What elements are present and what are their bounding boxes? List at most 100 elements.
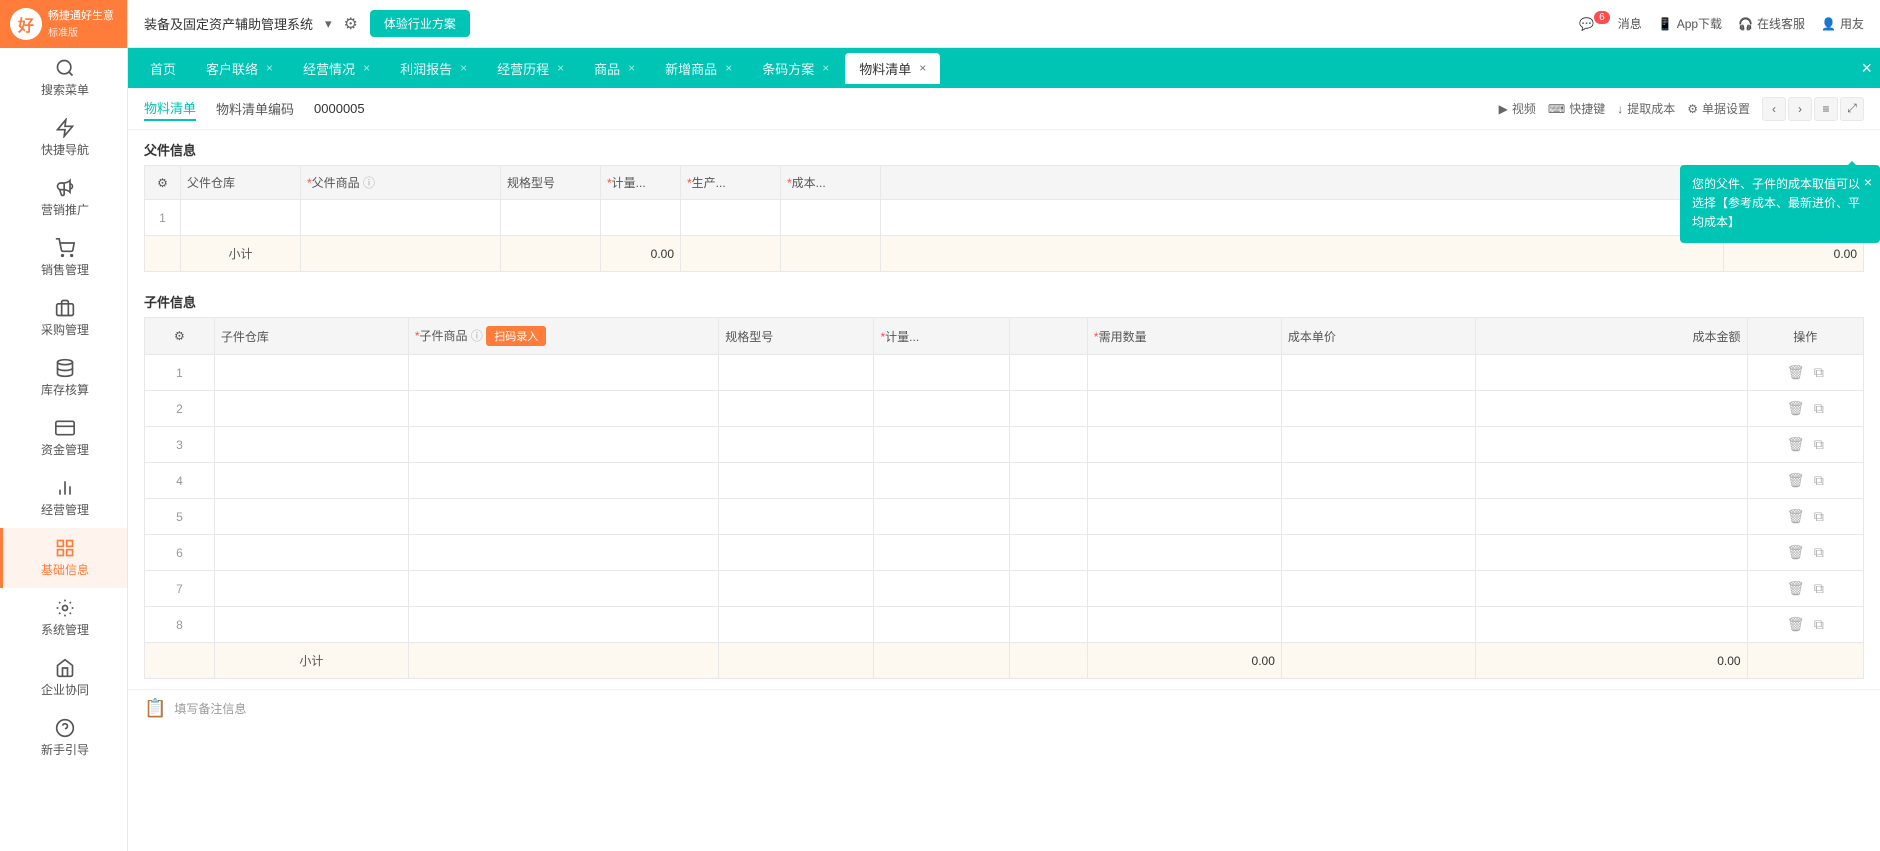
tooltip-box: × 您的父件、子件的成本取值可以选择【参考成本、最新进价、平均成本】: [1680, 165, 1880, 243]
delete-icon[interactable]: 🗑: [1787, 400, 1805, 416]
sidebar-item-operation[interactable]: 经营管理: [0, 468, 127, 528]
dropdown-arrow-icon[interactable]: ▾: [325, 16, 332, 32]
sidebar-item-quicknav[interactable]: 快捷导航: [0, 108, 127, 168]
app-download-btn[interactable]: 📱 App下载: [1658, 15, 1722, 32]
sub-tab-bom-code[interactable]: 物料清单编码: [216, 97, 294, 120]
parent-unit-cell[interactable]: [601, 200, 681, 236]
child-op-cell: 🗑 ⧉: [1747, 355, 1863, 391]
tab-close-icon[interactable]: ×: [557, 61, 564, 75]
sidebar-item-enterprise[interactable]: 企业协同: [0, 648, 127, 708]
sidebar-item-finance[interactable]: 资金管理: [0, 408, 127, 468]
row-num: 1: [145, 355, 215, 391]
copy-icon[interactable]: ⧉: [1814, 580, 1824, 596]
copy-icon[interactable]: ⧉: [1814, 436, 1824, 452]
nav-prev-btn[interactable]: ‹: [1762, 97, 1786, 121]
tab-close-icon[interactable]: ×: [725, 61, 732, 75]
page-close-btn[interactable]: ×: [1861, 58, 1872, 79]
tab-home[interactable]: 首页: [136, 53, 190, 84]
logo-title: 畅捷通好生意: [48, 9, 114, 23]
copy-icon[interactable]: ⧉: [1814, 544, 1824, 560]
delete-icon[interactable]: 🗑: [1787, 616, 1805, 632]
message-btn[interactable]: 💬 6 消息: [1579, 15, 1642, 32]
row-num: 8: [145, 607, 215, 643]
nav-next-btn[interactable]: ›: [1788, 97, 1812, 121]
tab-close-icon[interactable]: ×: [822, 61, 829, 75]
delete-icon[interactable]: 🗑: [1787, 508, 1805, 524]
child-subtotal-label: 小计: [214, 643, 408, 679]
sidebar-item-marketing[interactable]: 营销推广: [0, 168, 127, 228]
row-num: 3: [145, 427, 215, 463]
child-warehouse-cell[interactable]: [214, 355, 408, 391]
parent-section-title: 父件信息: [128, 130, 1880, 165]
nav-expand-btn[interactable]: ⤢: [1840, 97, 1864, 121]
tab-goods[interactable]: 商品 ×: [580, 53, 649, 84]
tab-bom[interactable]: 物料清单 ×: [845, 53, 940, 84]
sidebar-item-label: 基础信息: [41, 561, 89, 578]
delete-icon[interactable]: 🗑: [1787, 544, 1805, 560]
sidebar-item-search[interactable]: 搜索菜单: [0, 48, 127, 108]
sidebar-item-guide[interactable]: 新手引导: [0, 708, 127, 768]
table-row: 4 🗑 ⧉: [145, 463, 1864, 499]
tab-close-icon[interactable]: ×: [266, 61, 273, 75]
sidebar-item-label: 采购管理: [41, 321, 89, 338]
copy-icon[interactable]: ⧉: [1814, 400, 1824, 416]
tab-close-icon[interactable]: ×: [919, 61, 926, 75]
table-row: 7 🗑 ⧉: [145, 571, 1864, 607]
copy-icon[interactable]: ⧉: [1814, 472, 1824, 488]
tab-profit[interactable]: 利润报告 ×: [386, 53, 481, 84]
table-row: 1 🗑 ⧉: [145, 355, 1864, 391]
tab-close-icon[interactable]: ×: [628, 61, 635, 75]
delete-icon[interactable]: 🗑: [1787, 364, 1805, 380]
sidebar-item-label: 库存核算: [41, 381, 89, 398]
action-hotkey[interactable]: ⌨ 快捷键: [1548, 100, 1605, 117]
tab-barcode[interactable]: 条码方案 ×: [748, 53, 843, 84]
action-extract-cost[interactable]: ↓ 提取成本: [1617, 100, 1675, 117]
tab-operations[interactable]: 经营情况 ×: [289, 53, 384, 84]
tooltip-close-btn[interactable]: ×: [1864, 171, 1872, 193]
message-icon: 💬: [1579, 17, 1594, 31]
child-goods-cell[interactable]: [408, 355, 718, 391]
parent-spec-cell[interactable]: [501, 200, 601, 236]
child-col-settings[interactable]: ⚙: [145, 318, 215, 355]
parent-production-cell[interactable]: [681, 200, 781, 236]
user-btn[interactable]: 👤 用友: [1821, 15, 1864, 32]
parent-col-settings[interactable]: ⚙: [145, 166, 181, 200]
tab-customers[interactable]: 客户联络 ×: [192, 53, 287, 84]
message-badge: 6: [1594, 11, 1610, 24]
parent-goods-cell[interactable]: [301, 200, 501, 236]
delete-icon[interactable]: 🗑: [1787, 472, 1805, 488]
info-icon: ⓘ: [471, 329, 483, 343]
child-unit-cell[interactable]: [874, 355, 1010, 391]
sidebar-item-system[interactable]: 系统管理: [0, 588, 127, 648]
tab-close-icon[interactable]: ×: [363, 61, 370, 75]
scan-btn[interactable]: 扫码录入: [486, 326, 546, 346]
parent-cost-cell[interactable]: [781, 200, 881, 236]
sidebar-item-sales[interactable]: 销售管理: [0, 228, 127, 288]
tab-new-goods[interactable]: 新增商品 ×: [651, 53, 746, 84]
parent-table-container: ⚙ 父件仓库 *父件商品 ⓘ 规格型号 *计量... *生产...: [128, 165, 1880, 282]
action-view[interactable]: ▶ 视频: [1499, 100, 1536, 117]
child-col-goods: *子件商品 ⓘ 扫码录入: [408, 318, 718, 355]
sidebar-item-label: 资金管理: [41, 441, 89, 458]
sidebar-item-inventory[interactable]: 库存核算: [0, 348, 127, 408]
online-service-btn[interactable]: 🎧 在线客服: [1738, 15, 1805, 32]
parent-warehouse-cell[interactable]: [181, 200, 301, 236]
child-unit-price-cell[interactable]: [1281, 355, 1475, 391]
action-single-settings[interactable]: ⚙ 单据设置: [1687, 100, 1750, 117]
copy-icon[interactable]: ⧉: [1814, 508, 1824, 524]
sub-tab-bom-list[interactable]: 物料清单: [144, 96, 196, 121]
sidebar-item-purchase[interactable]: 采购管理: [0, 288, 127, 348]
child-spec-cell[interactable]: [719, 355, 874, 391]
delete-icon[interactable]: 🗑: [1787, 436, 1805, 452]
copy-icon[interactable]: ⧉: [1814, 364, 1824, 380]
trial-btn[interactable]: 体验行业方案: [370, 10, 470, 37]
tab-history[interactable]: 经营历程 ×: [483, 53, 578, 84]
sidebar-item-basics[interactable]: 基础信息: [0, 528, 127, 588]
tab-close-icon[interactable]: ×: [460, 61, 467, 75]
nav-menu-btn[interactable]: ≡: [1814, 97, 1838, 121]
delete-icon[interactable]: 🗑: [1787, 580, 1805, 596]
gear-icon[interactable]: ⚙: [344, 14, 358, 34]
logo-subtitle: 标准版: [48, 24, 114, 39]
copy-icon[interactable]: ⧉: [1814, 616, 1824, 632]
child-qty-cell[interactable]: [1087, 355, 1281, 391]
